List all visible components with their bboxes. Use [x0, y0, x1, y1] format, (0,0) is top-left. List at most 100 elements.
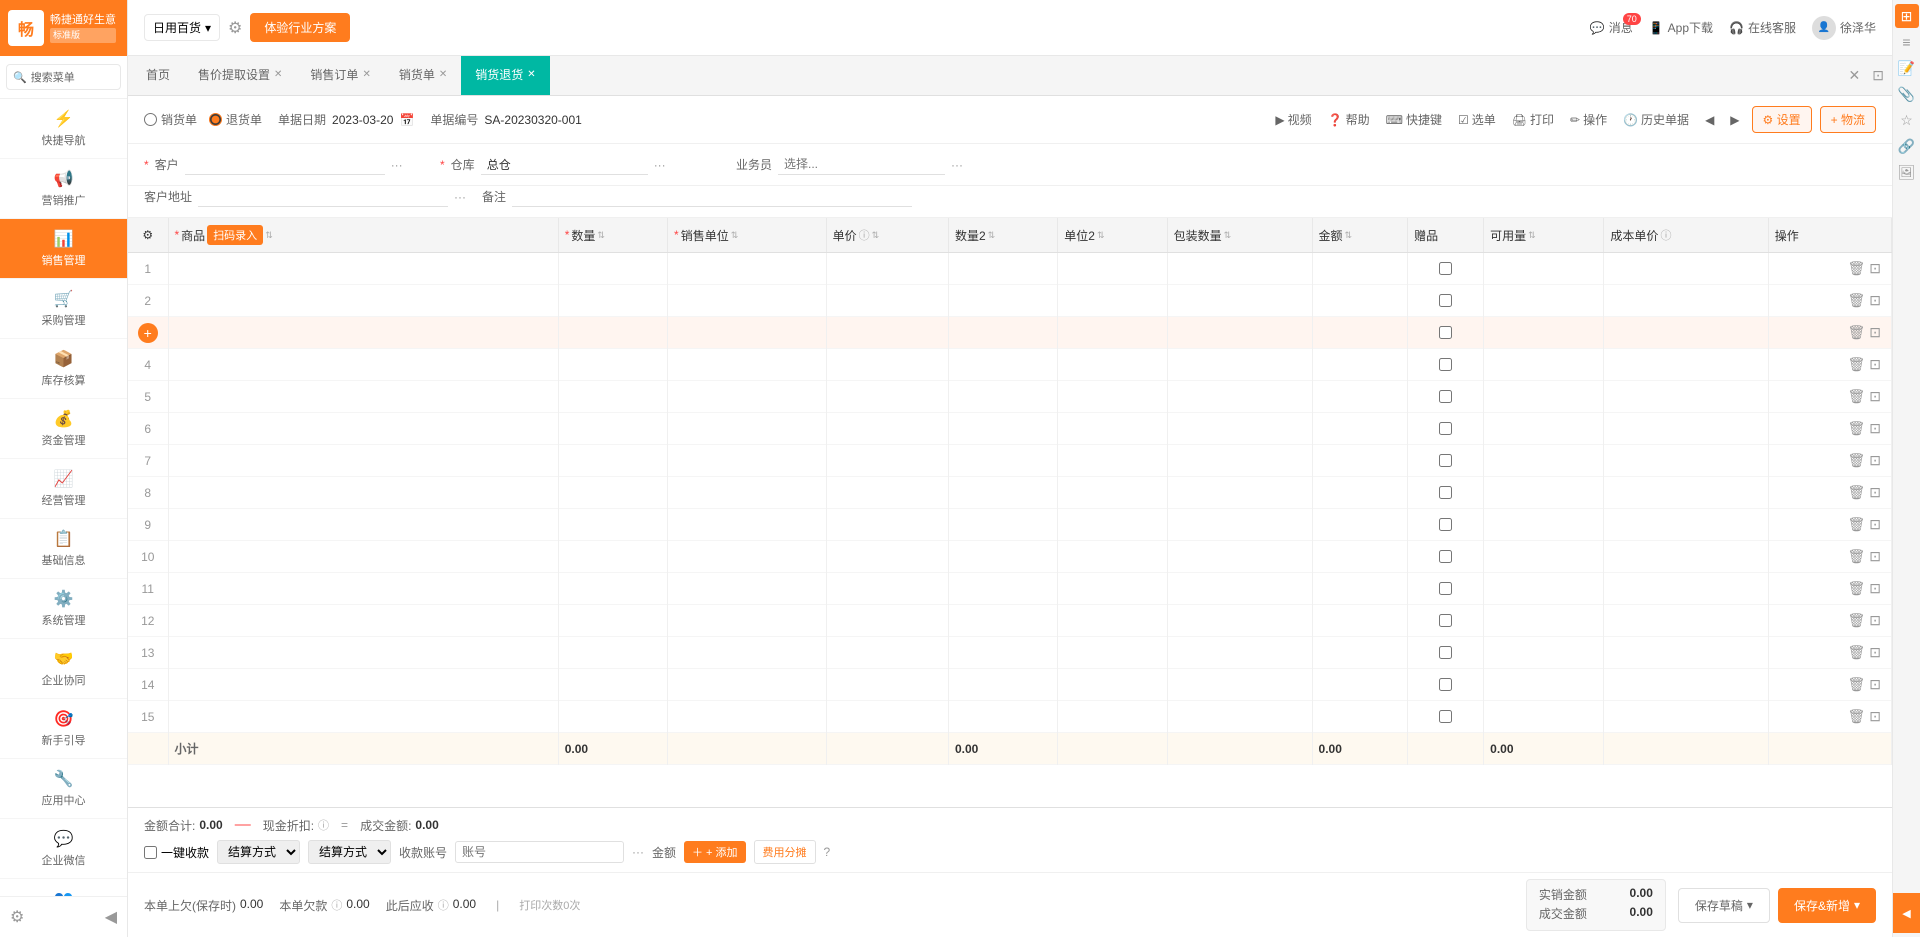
unit2-cell[interactable]: [1058, 669, 1167, 701]
goods-cell[interactable]: [168, 317, 558, 349]
message-button[interactable]: 💬 消息 70: [1590, 19, 1633, 36]
debit-info-icon[interactable]: ⓘ: [331, 897, 342, 914]
goods-cell[interactable]: [168, 605, 558, 637]
qty-cell[interactable]: [558, 381, 667, 413]
amount-cell[interactable]: [1312, 573, 1408, 605]
available-cell[interactable]: [1484, 381, 1604, 413]
sale-unit-cell[interactable]: [668, 669, 827, 701]
sidebar-item-apps[interactable]: 🔧 应用中心: [0, 759, 127, 819]
scan-input-button[interactable]: 扫码录入: [207, 225, 263, 245]
address-more-button[interactable]: ···: [454, 190, 466, 204]
qty-cell[interactable]: [558, 445, 667, 477]
cost-unit-cell[interactable]: [1604, 573, 1768, 605]
copy-row-button[interactable]: ⊡: [1869, 580, 1881, 597]
qty-cell[interactable]: [558, 253, 667, 285]
goods-cell[interactable]: [168, 413, 558, 445]
unit-price-cell[interactable]: [826, 349, 948, 381]
amount-cell[interactable]: [1312, 509, 1408, 541]
goods-cell[interactable]: [168, 381, 558, 413]
qty-cell[interactable]: [558, 509, 667, 541]
warehouse-more-button[interactable]: ···: [654, 158, 666, 172]
unit-price-cell[interactable]: [826, 541, 948, 573]
calc-method-select[interactable]: 结算方式: [308, 840, 391, 864]
pack-qty-cell[interactable]: [1167, 317, 1312, 349]
unit2-cell[interactable]: [1058, 349, 1167, 381]
add-row-button[interactable]: +: [138, 323, 158, 343]
copy-row-button[interactable]: ⊡: [1869, 612, 1881, 629]
sidebar-item-purchase[interactable]: 🛒 采购管理: [0, 279, 127, 339]
pack-qty-cell[interactable]: [1167, 637, 1312, 669]
qty-cell[interactable]: [558, 413, 667, 445]
amount-cell[interactable]: [1312, 701, 1408, 733]
unit-price-cell[interactable]: [826, 669, 948, 701]
qty-cell[interactable]: [558, 541, 667, 573]
delete-row-button[interactable]: 🗑: [1847, 388, 1865, 405]
qty2-cell[interactable]: [948, 477, 1057, 509]
unit2-cell[interactable]: [1058, 637, 1167, 669]
user-menu-button[interactable]: 👤 徐泽华: [1812, 16, 1876, 40]
available-cell[interactable]: [1484, 349, 1604, 381]
copy-row-button[interactable]: ⊡: [1869, 388, 1881, 405]
sale-unit-cell[interactable]: [668, 509, 827, 541]
cost-unit-cell[interactable]: [1604, 637, 1768, 669]
save-new-button[interactable]: 保存&新增 ▾: [1778, 888, 1876, 923]
pack-qty-cell[interactable]: [1167, 349, 1312, 381]
cost-unit-info-icon[interactable]: ⓘ: [1660, 227, 1671, 243]
gift-checkbox[interactable]: [1439, 358, 1452, 371]
next-record-button[interactable]: ▶: [1726, 111, 1743, 129]
unit-price-cell[interactable]: [826, 477, 948, 509]
unit-price-cell[interactable]: [826, 509, 948, 541]
copy-row-button[interactable]: ⊡: [1869, 260, 1881, 277]
qty-cell[interactable]: [558, 477, 667, 509]
add-button[interactable]: ＋ + 添加: [684, 841, 745, 863]
unit2-cell[interactable]: [1058, 317, 1167, 349]
sidebar-settings-button[interactable]: ⚙: [10, 907, 24, 927]
account-more-button[interactable]: ···: [632, 845, 644, 859]
tab-sale-out[interactable]: 销货单 ✕: [385, 56, 461, 95]
available-cell[interactable]: [1484, 701, 1604, 733]
gift-checkbox[interactable]: [1439, 646, 1452, 659]
available-cell[interactable]: [1484, 509, 1604, 541]
sidebar-item-system[interactable]: ⚙️ 系统管理: [0, 579, 127, 639]
app-download-button[interactable]: 📱 App下载: [1649, 19, 1713, 36]
tab-close-sale-return[interactable]: ✕: [527, 69, 535, 80]
print-button[interactable]: 🖨 打印: [1508, 109, 1558, 130]
unit2-cell[interactable]: [1058, 541, 1167, 573]
available-cell[interactable]: [1484, 285, 1604, 317]
unit-price-cell[interactable]: [826, 637, 948, 669]
sidebar-item-guide[interactable]: 🎯 新手引导: [0, 699, 127, 759]
delete-row-button[interactable]: 🗑: [1847, 548, 1865, 565]
qty-cell[interactable]: [558, 637, 667, 669]
operate-button[interactable]: ✏ 操作: [1566, 109, 1611, 130]
sidebar-item-marketing[interactable]: 📢 营销推广: [0, 159, 127, 219]
sale-unit-cell[interactable]: [668, 445, 827, 477]
sale-unit-cell[interactable]: [668, 285, 827, 317]
goods-cell[interactable]: [168, 477, 558, 509]
amount-cell[interactable]: [1312, 477, 1408, 509]
sale-unit-cell[interactable]: [668, 349, 827, 381]
delete-row-button[interactable]: 🗑: [1847, 708, 1865, 725]
pack-qty-cell[interactable]: [1167, 413, 1312, 445]
gift-checkbox[interactable]: [1439, 710, 1452, 723]
copy-row-button[interactable]: ⊡: [1869, 644, 1881, 661]
sale-unit-cell[interactable]: [668, 253, 827, 285]
unit2-cell[interactable]: [1058, 509, 1167, 541]
unit2-cell[interactable]: [1058, 285, 1167, 317]
sidebar-item-finance[interactable]: 💰 资金管理: [0, 399, 127, 459]
goods-cell[interactable]: [168, 573, 558, 605]
pack-qty-cell[interactable]: [1167, 477, 1312, 509]
copy-row-button[interactable]: ⊡: [1869, 708, 1881, 725]
gift-checkbox[interactable]: [1439, 262, 1452, 275]
right-panel-clip-button[interactable]: 📎: [1895, 82, 1919, 106]
tab-sale-return[interactable]: 销货退货 ✕: [461, 56, 549, 95]
delete-row-button[interactable]: 🗑: [1847, 516, 1865, 533]
amount-cell[interactable]: [1312, 541, 1408, 573]
qty-cell[interactable]: [558, 285, 667, 317]
tab-close-sale-price[interactable]: ✕: [274, 69, 282, 80]
qty2-cell[interactable]: [948, 669, 1057, 701]
industry-selector[interactable]: 日用百货 ▾: [144, 14, 220, 41]
sidebar-item-basic[interactable]: 📋 基础信息: [0, 519, 127, 579]
delete-row-button[interactable]: 🗑: [1847, 452, 1865, 469]
cost-unit-cell[interactable]: [1604, 349, 1768, 381]
right-panel-bottom-button[interactable]: ◀: [1893, 893, 1920, 933]
